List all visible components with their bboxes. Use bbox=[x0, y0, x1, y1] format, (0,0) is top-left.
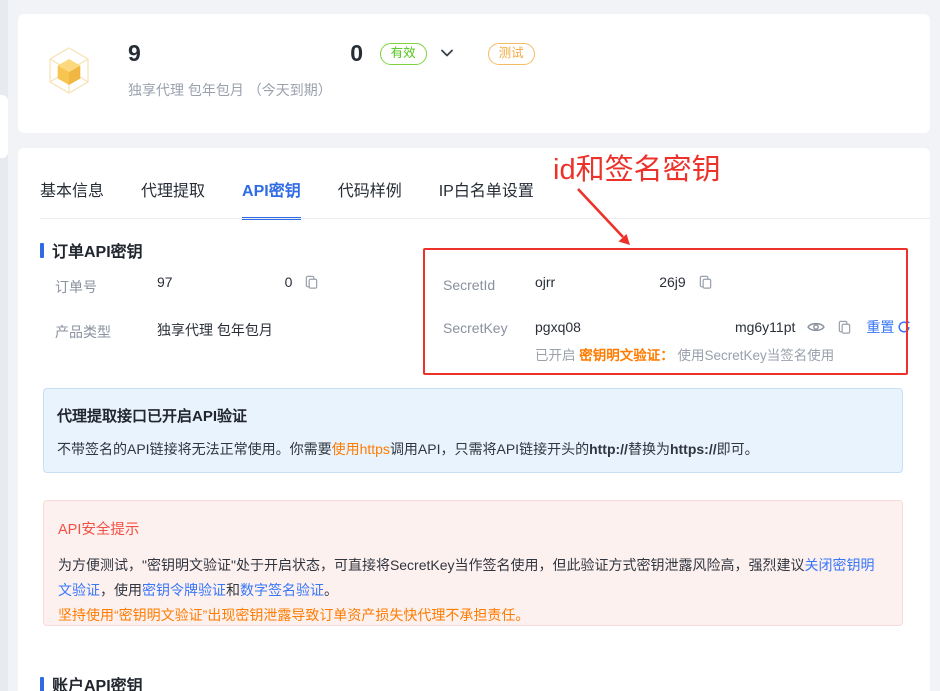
tab-bar: 基本信息 代理提取 API密钥 代码样例 IP白名单设置 bbox=[40, 177, 534, 220]
order-no-redacted bbox=[175, 275, 283, 290]
security-warning-title: API安全提示 bbox=[58, 518, 880, 539]
tab-code-samples[interactable]: 代码样例 bbox=[338, 177, 402, 220]
https-notice-box: 代理提取接口已开启API验证 不带签名的API链接将无法正常使用。你需要使用ht… bbox=[43, 388, 903, 473]
section-accent-bar bbox=[40, 677, 44, 691]
refresh-icon bbox=[897, 320, 911, 334]
order-subtitle: 独享代理 包年包月 （今天到期） bbox=[128, 80, 535, 100]
tab-ip-whitelist[interactable]: IP白名单设置 bbox=[439, 177, 534, 220]
product-type-value: 独享代理 包年包月 bbox=[157, 320, 273, 340]
tab-divider bbox=[40, 218, 930, 219]
copy-icon[interactable] bbox=[304, 275, 319, 290]
order-id: 9 0 bbox=[128, 40, 364, 67]
order-no-value: 97 0 bbox=[157, 274, 319, 290]
token-auth-link[interactable]: 密钥令牌验证 bbox=[142, 582, 226, 598]
order-api-key-section-header: 订单API密钥 bbox=[40, 238, 143, 262]
copy-icon[interactable] bbox=[837, 320, 852, 335]
tab-proxy-extract[interactable]: 代理提取 bbox=[141, 177, 205, 220]
use-https-link[interactable]: 使用https bbox=[332, 441, 390, 457]
tab-basic-info[interactable]: 基本信息 bbox=[40, 177, 104, 220]
copy-icon[interactable] bbox=[698, 275, 713, 290]
secret-id-value: ojrr 26j9 bbox=[535, 274, 713, 290]
account-api-key-section-header: 账户API密钥 bbox=[40, 672, 143, 691]
secret-id-redacted bbox=[557, 275, 657, 290]
collapsed-sidebar bbox=[0, 0, 8, 691]
liability-warning-text: 坚持使用“密钥明文验证”出现密钥泄露导致订单资产损失快代理不承担责任。 bbox=[58, 607, 529, 623]
chevron-down-icon[interactable] bbox=[440, 49, 454, 58]
digital-signature-auth-link[interactable]: 数字签名验证 bbox=[240, 582, 324, 598]
api-key-panel: 基本信息 代理提取 API密钥 代码样例 IP白名单设置 订单API密钥 订单号… bbox=[18, 148, 930, 691]
secret-id-label: SecretId bbox=[443, 277, 495, 293]
section-accent-bar bbox=[40, 243, 44, 258]
env-badge: 测试 bbox=[488, 43, 535, 65]
tab-api-key[interactable]: API密钥 bbox=[242, 177, 301, 220]
sidebar-active-notch bbox=[0, 95, 8, 158]
status-badge: 有效 bbox=[380, 43, 427, 65]
reset-secret-key-button[interactable]: 重置 bbox=[866, 317, 911, 337]
security-warning-box: API安全提示 为方便测试，"密钥明文验证"处于开启状态，可直接将SecretK… bbox=[43, 500, 903, 626]
secret-key-value: pgxq08 mg6y11pt 重置 bbox=[535, 317, 911, 337]
https-notice-body: 不带签名的API链接将无法正常使用。你需要使用https调用API，只需将API… bbox=[57, 439, 882, 459]
api-key-page: 9 0 有效 测试 独享代理 包年包月 （今天到期） 基本信息 代理提取 API… bbox=[0, 0, 940, 691]
secret-key-redacted bbox=[583, 320, 733, 335]
order-id-redacted bbox=[143, 44, 348, 63]
annotation-text: id和签名密钥 bbox=[553, 146, 721, 188]
security-warning-body: 为方便测试，"密钥明文验证"处于开启状态，可直接将SecretKey当作签名使用… bbox=[58, 553, 880, 628]
https-notice-title: 代理提取接口已开启API验证 bbox=[57, 405, 882, 426]
secret-key-label: SecretKey bbox=[443, 320, 508, 336]
plaintext-auth-note: 已开启 密钥明文验证： 使用SecretKey当签名使用 bbox=[535, 344, 834, 364]
eye-icon[interactable] bbox=[807, 320, 825, 334]
product-type-label: 产品类型 bbox=[55, 322, 111, 342]
order-no-label: 订单号 bbox=[55, 277, 97, 297]
product-cube-icon bbox=[46, 42, 92, 100]
order-header-card: 9 0 有效 测试 独享代理 包年包月 （今天到期） bbox=[18, 14, 930, 133]
